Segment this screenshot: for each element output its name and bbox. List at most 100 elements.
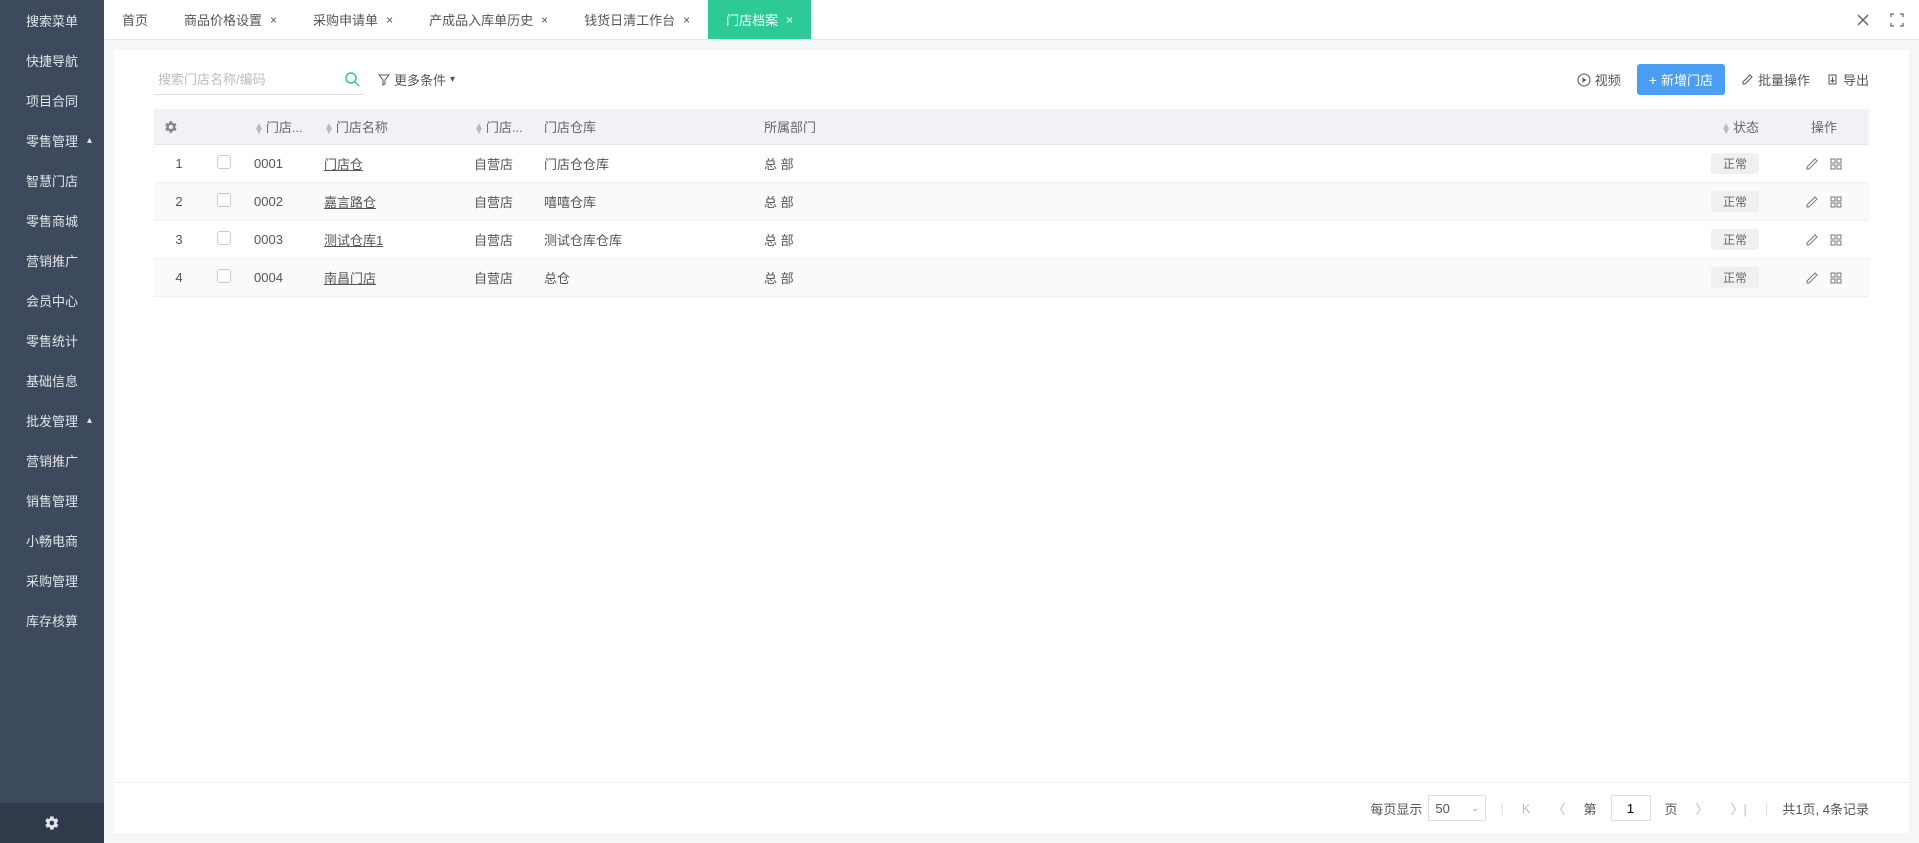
sidebar-member-center[interactable]: 会员中心 [0,280,104,320]
row-checkbox[interactable] [217,193,231,207]
tab-store-archive[interactable]: 门店档案× [708,0,811,39]
sort-icon: ▲▼ [254,124,264,134]
tab-product-price[interactable]: 商品价格设置× [166,0,295,39]
col-type[interactable]: ▲▼门店... [464,109,534,145]
close-icon[interactable]: × [541,13,548,27]
sidebar-purchase-mgmt[interactable]: 采购管理 [0,560,104,600]
row-status: 正常 [1539,259,1779,297]
sidebar-wholesale-mgmt[interactable]: 批发管理▴ [0,400,104,440]
row-name: 南昌门店 [314,259,464,297]
sidebar-retail-marketing[interactable]: 营销推广 [0,240,104,280]
page-last-button[interactable]: 〉| [1727,799,1751,818]
row-status: 正常 [1539,183,1779,221]
search-button[interactable] [344,71,360,87]
row-checkbox-cell [204,259,244,297]
more-row-button[interactable] [1829,195,1843,209]
col-warehouse: 门店仓库 [534,109,754,145]
edit-row-button[interactable] [1805,195,1819,209]
row-department: 总 部 [754,221,1539,259]
row-code: 0003 [244,221,314,259]
store-name-link[interactable]: 门店仓 [324,157,363,172]
tab-finished-in-history[interactable]: 产成品入库单历史× [411,0,566,39]
row-code: 0004 [244,259,314,297]
tab-purchase-req[interactable]: 采购申请单× [295,0,411,39]
grid-icon [1829,157,1843,171]
sidebar-retail-mall[interactable]: 零售商城 [0,200,104,240]
export-button[interactable]: 导出 [1826,70,1869,89]
page-prev-button[interactable]: 〈 [1548,799,1569,818]
col-code[interactable]: ▲▼门店... [244,109,314,145]
row-index: 4 [154,259,204,297]
batch-op-button[interactable]: 批量操作 [1741,70,1810,89]
row-actions [1779,145,1869,183]
status-badge: 正常 [1711,191,1759,212]
row-checkbox[interactable] [217,231,231,245]
edit-icon [1805,157,1819,171]
sidebar-settings[interactable] [0,803,104,843]
sidebar-wholesale-marketing[interactable]: 营销推广 [0,440,104,480]
sidebar-wholesale-sub: 营销推广 销售管理 [0,440,104,520]
close-icon[interactable]: × [270,13,277,27]
more-filter-button[interactable]: 更多条件 ▾ [378,70,455,89]
row-checkbox-cell [204,221,244,259]
edit-icon [1805,271,1819,285]
row-index: 2 [154,183,204,221]
page-input[interactable] [1611,795,1651,821]
page-first-button[interactable]: K [1518,801,1535,816]
col-status[interactable]: ▲▼状态 [1539,109,1779,145]
video-button[interactable]: 视频 [1577,70,1621,89]
x-icon [1856,13,1870,27]
chevron-up-icon: ▴ [87,415,92,426]
row-department: 总 部 [754,183,1539,221]
row-name: 嘉言路仓 [314,183,464,221]
edit-row-button[interactable] [1805,157,1819,171]
store-name-link[interactable]: 测试仓库1 [324,233,383,248]
row-index: 1 [154,145,204,183]
row-warehouse: 门店仓仓库 [534,145,754,183]
row-actions [1779,183,1869,221]
grid-icon [1829,233,1843,247]
search-input[interactable] [154,65,364,95]
sidebar-project-contract[interactable]: 项目合同 [0,80,104,120]
page-next-button[interactable]: 〉 [1692,799,1713,818]
store-name-link[interactable]: 南昌门店 [324,271,376,286]
sidebar-smart-store[interactable]: 智慧门店 [0,160,104,200]
col-settings[interactable] [154,109,204,145]
row-name: 门店仓 [314,145,464,183]
sidebar-search-menu[interactable]: 搜索菜单 [0,0,104,40]
edit-row-button[interactable] [1805,233,1819,247]
tab-daily-clear[interactable]: 钱货日清工作台× [566,0,708,39]
row-warehouse: 测试仓库仓库 [534,221,754,259]
add-store-button[interactable]: + 新增门店 [1637,64,1725,95]
edit-row-button[interactable] [1805,271,1819,285]
gear-icon [44,815,60,831]
close-icon[interactable]: × [786,13,793,27]
row-type: 自营店 [464,145,534,183]
sidebar-retail-stats[interactable]: 零售统计 [0,320,104,360]
sidebar-xiaochang-ec[interactable]: 小畅电商 [0,520,104,560]
sidebar-sales-mgmt[interactable]: 销售管理 [0,480,104,520]
close-tab-button[interactable] [1851,8,1875,32]
col-checkbox [204,109,244,145]
per-page-select[interactable]: 50 ⌄ [1428,795,1486,821]
store-name-link[interactable]: 嘉言路仓 [324,195,376,210]
fullscreen-button[interactable] [1885,8,1909,32]
sidebar-inventory-acct[interactable]: 库存核算 [0,600,104,640]
table-row: 1 0001 门店仓 自营店 门店仓仓库 总 部 正常 [154,145,1869,183]
row-index: 3 [154,221,204,259]
close-icon[interactable]: × [683,13,690,27]
page-prefix: 第 [1583,799,1596,818]
sidebar-retail-mgmt[interactable]: 零售管理▴ [0,120,104,160]
more-row-button[interactable] [1829,271,1843,285]
tab-home[interactable]: 首页 [104,0,166,39]
row-department: 总 部 [754,145,1539,183]
row-checkbox[interactable] [217,269,231,283]
col-name[interactable]: ▲▼门店名称 [314,109,464,145]
pagination-summary: 共1页, 4条记录 [1782,799,1869,818]
sidebar-quick-nav[interactable]: 快捷导航 [0,40,104,80]
row-checkbox[interactable] [217,155,231,169]
more-row-button[interactable] [1829,157,1843,171]
close-icon[interactable]: × [386,13,393,27]
sidebar-basic-info[interactable]: 基础信息 [0,360,104,400]
more-row-button[interactable] [1829,233,1843,247]
